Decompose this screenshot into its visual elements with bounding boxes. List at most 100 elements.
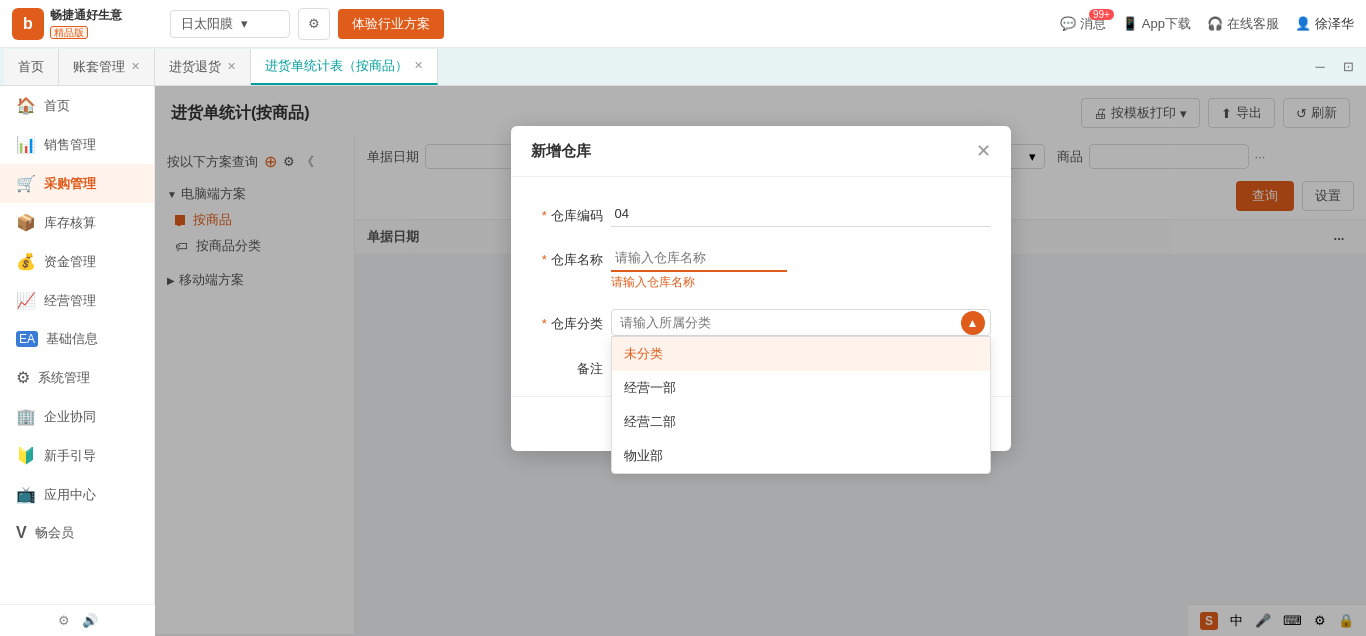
settings-footer-icon[interactable]: ⚙	[58, 613, 70, 628]
main-layout: 🏠 首页 📊 销售管理 🛒 采购管理 📦 库存核算 💰 资金管理 📈 经营管理 …	[0, 86, 1366, 636]
user-icon: 👤	[1295, 16, 1311, 31]
accounts-tab-label: 账套管理	[73, 58, 125, 76]
dropdown-item-none[interactable]: 未分类	[612, 337, 990, 371]
store-name: 日太阳膜	[181, 15, 233, 33]
sidebar-item-inventory[interactable]: 📦 库存核算	[0, 203, 154, 242]
app-label: App下载	[1142, 15, 1191, 33]
message-badge: 99+	[1089, 9, 1114, 20]
sidebar-item-guide[interactable]: 🔰 新手引导	[0, 436, 154, 475]
category-field-row: * 仓库分类 ▲ 未分类 经营一部 经营二部	[531, 309, 991, 336]
sidebar-home-label: 首页	[44, 97, 70, 115]
gear-icon: ⚙	[308, 16, 320, 31]
purchase-icon: 🛒	[16, 174, 36, 193]
code-field	[611, 201, 991, 227]
store-selector[interactable]: 日太阳膜 ▾	[170, 10, 290, 38]
content-area: 进货单统计(按商品) 🖨 按模板打印 ▾ ⬆ 导出 ↺ 刷新	[155, 86, 1366, 636]
operations-icon: 📈	[16, 291, 36, 310]
system-icon: ⚙	[16, 368, 30, 387]
sidebar-apps-label: 应用中心	[44, 486, 96, 504]
sidebar: 🏠 首页 📊 销售管理 🛒 采购管理 📦 库存核算 💰 资金管理 📈 经营管理 …	[0, 86, 155, 636]
enterprise-icon: 🏢	[16, 407, 36, 426]
name-label: * 仓库名称	[531, 245, 611, 269]
tab-minimize-button[interactable]: ─	[1306, 53, 1334, 81]
online-service-button[interactable]: 🎧 在线客服	[1207, 15, 1279, 33]
returns-tab-close[interactable]: ✕	[227, 60, 236, 73]
sidebar-guide-label: 新手引导	[44, 447, 96, 465]
name-input[interactable]	[611, 245, 787, 272]
apps-icon: 📺	[16, 485, 36, 504]
user-profile[interactable]: 👤 徐泽华	[1295, 15, 1354, 33]
sidebar-item-enterprise[interactable]: 🏢 企业协同	[0, 397, 154, 436]
modal-title: 新增仓库	[531, 142, 591, 161]
stats-tab-close[interactable]: ✕	[414, 59, 423, 72]
sidebar-item-sales[interactable]: 📊 销售管理	[0, 125, 154, 164]
category-select-wrapper: ▲ 未分类 经营一部 经营二部 物业部	[611, 309, 991, 336]
dropdown-item-property[interactable]: 物业部	[612, 439, 990, 473]
finance-icon: 💰	[16, 252, 36, 271]
modal-header: 新增仓库 ✕	[511, 126, 1011, 177]
phone-icon: 📱	[1122, 16, 1138, 31]
message-icon: 💬	[1060, 16, 1076, 31]
headset-icon: 🎧	[1207, 16, 1223, 31]
logo-text: 畅捷通好生意 精品版	[50, 7, 122, 40]
sidebar-footer: ⚙ 🔊	[0, 604, 155, 636]
sidebar-vip-label: 畅会员	[35, 524, 74, 542]
header-right: 💬 消息 99+ 📱 App下载 🎧 在线客服 👤 徐泽华	[1060, 15, 1354, 33]
modal-body: * 仓库编码 * 仓库名称	[511, 177, 1011, 396]
logo-icon: b	[12, 8, 44, 40]
tab-returns[interactable]: 进货退货 ✕	[155, 49, 251, 85]
category-input[interactable]	[611, 309, 991, 336]
tab-home[interactable]: 首页	[4, 49, 59, 85]
returns-tab-label: 进货退货	[169, 58, 221, 76]
sidebar-item-apps[interactable]: 📺 应用中心	[0, 475, 154, 514]
dropdown-item-ops1[interactable]: 经营一部	[612, 371, 990, 405]
modal-close-button[interactable]: ✕	[976, 140, 991, 162]
dropdown-item-ops2[interactable]: 经营二部	[612, 405, 990, 439]
tab-actions: ─ ⊡	[1306, 53, 1362, 81]
sidebar-system-label: 系统管理	[38, 369, 90, 387]
sidebar-item-purchase[interactable]: 🛒 采购管理	[0, 164, 154, 203]
guide-icon: 🔰	[16, 446, 36, 465]
sidebar-item-home[interactable]: 🏠 首页	[0, 86, 154, 125]
modal-overlay: 新增仓库 ✕ * 仓库编码	[155, 86, 1366, 636]
app-download-button[interactable]: 📱 App下载	[1122, 15, 1191, 33]
tab-maximize-button[interactable]: ⊡	[1334, 53, 1362, 81]
category-label: * 仓库分类	[531, 309, 611, 333]
code-label: * 仓库编码	[531, 201, 611, 225]
add-warehouse-modal: 新增仓库 ✕ * 仓库编码	[511, 126, 1011, 451]
name-error-msg: 请输入仓库名称	[611, 274, 695, 291]
sidebar-purchase-label: 采购管理	[44, 175, 96, 193]
inventory-icon: 📦	[16, 213, 36, 232]
sidebar-item-vip[interactable]: V 畅会员	[0, 514, 154, 552]
sidebar-basic-label: 基础信息	[46, 330, 98, 348]
category-dropdown: 未分类 经营一部 经营二部 物业部	[611, 336, 991, 474]
tab-accounts[interactable]: 账套管理 ✕	[59, 49, 155, 85]
sidebar-operations-label: 经营管理	[44, 292, 96, 310]
name-field-row: * 仓库名称 请输入仓库名称	[531, 245, 991, 291]
code-field-row: * 仓库编码	[531, 201, 991, 227]
tab-bar: 首页 账套管理 ✕ 进货退货 ✕ 进货单统计表（按商品） ✕ ─ ⊡	[0, 48, 1366, 86]
vip-icon: V	[16, 524, 27, 542]
name-field	[611, 245, 787, 272]
sidebar-inventory-label: 库存核算	[44, 214, 96, 232]
logo-badge: 精品版	[50, 26, 88, 39]
category-arrow-button[interactable]: ▲	[961, 311, 985, 335]
sales-icon: 📊	[16, 135, 36, 154]
message-button[interactable]: 💬 消息 99+	[1060, 15, 1106, 33]
volume-icon[interactable]: 🔊	[82, 613, 98, 628]
sidebar-item-basic[interactable]: EA 基础信息	[0, 320, 154, 358]
tab-stats[interactable]: 进货单统计表（按商品） ✕	[251, 49, 438, 85]
sidebar-finance-label: 资金管理	[44, 253, 96, 271]
accounts-tab-close[interactable]: ✕	[131, 60, 140, 73]
sidebar-item-finance[interactable]: 💰 资金管理	[0, 242, 154, 281]
basic-icon: EA	[16, 331, 38, 347]
code-input[interactable]	[611, 201, 991, 227]
service-label: 在线客服	[1227, 15, 1279, 33]
sidebar-item-operations[interactable]: 📈 经营管理	[0, 281, 154, 320]
settings-button[interactable]: ⚙	[298, 8, 330, 40]
sidebar-enterprise-label: 企业协同	[44, 408, 96, 426]
try-industry-button[interactable]: 体验行业方案	[338, 9, 444, 39]
home-icon: 🏠	[16, 96, 36, 115]
sidebar-item-system[interactable]: ⚙ 系统管理	[0, 358, 154, 397]
category-field: ▲ 未分类 经营一部 经营二部 物业部	[611, 309, 991, 336]
